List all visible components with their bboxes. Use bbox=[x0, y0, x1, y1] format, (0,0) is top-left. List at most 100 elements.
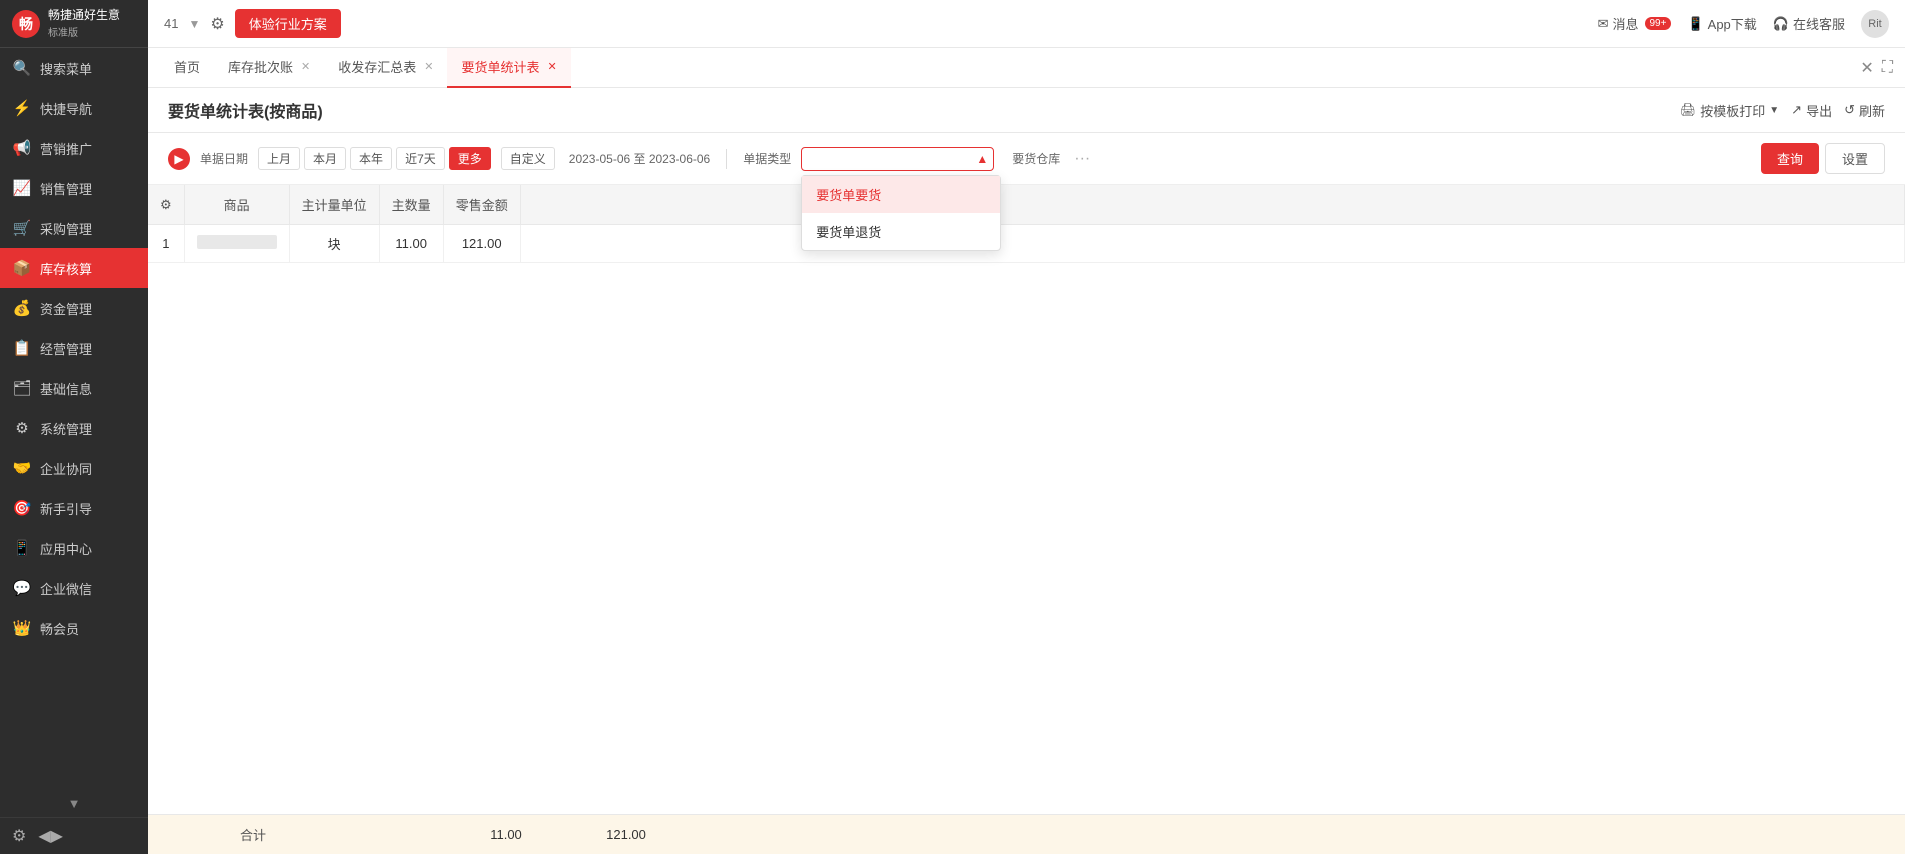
top-header: 41 ▼ ⚙ 体验行业方案 ✉ 消息 99+ 📱 App下载 🎧 在线客服 Ri… bbox=[148, 0, 1905, 48]
sidebar-item-wechat[interactable]: 💬 企业微信 bbox=[0, 568, 148, 608]
trial-button[interactable]: 体验行业方案 bbox=[235, 9, 341, 38]
sidebar-item-purchase[interactable]: 🛒 采购管理 bbox=[0, 208, 148, 248]
sidebar-item-operation[interactable]: 📋 经营管理 bbox=[0, 328, 148, 368]
dropdown-item-order-return[interactable]: 要货单退货 bbox=[802, 213, 1000, 250]
finance-icon: 💰 bbox=[12, 298, 32, 318]
collapse-icon[interactable]: ◀▶ bbox=[38, 826, 63, 846]
page-content: 要货单统计表(按商品) 🖨 按模板打印 ▼ ↗ 导出 ↺ 刷新 ▶ bbox=[148, 88, 1905, 854]
tab-inventory-batch-close[interactable]: ✕ bbox=[301, 60, 310, 73]
warehouse-more-icon[interactable]: ··· bbox=[1074, 150, 1090, 168]
type-label: 单据类型 bbox=[743, 150, 791, 167]
tabs-expand-button[interactable]: ⛶ bbox=[1882, 59, 1893, 77]
sidebar-item-label: 基础信息 bbox=[40, 379, 92, 398]
sidebar-item-member[interactable]: 👑 畅会员 bbox=[0, 608, 148, 648]
export-button[interactable]: ↗ 导出 bbox=[1791, 101, 1832, 120]
tab-inventory-batch-label: 库存批次账 bbox=[228, 57, 293, 76]
logo-icon: 畅 bbox=[12, 10, 40, 38]
query-button[interactable]: 查询 bbox=[1761, 143, 1819, 174]
data-table: ⚙ 商品 主计量单位 主数量 零售金额 1 bbox=[148, 185, 1905, 263]
tab-receivables[interactable]: 收发存汇总表 ✕ bbox=[324, 48, 447, 88]
header-settings-icon[interactable]: ⚙ bbox=[210, 14, 224, 34]
avatar[interactable]: Rit bbox=[1861, 10, 1889, 38]
sidebar-item-guide[interactable]: 🎯 新手引导 bbox=[0, 488, 148, 528]
table-header-row: ⚙ 商品 主计量单位 主数量 零售金额 bbox=[148, 185, 1905, 225]
print-arrow: ▼ bbox=[1769, 105, 1779, 116]
inventory-icon: 📦 bbox=[12, 258, 32, 278]
table-settings-icon[interactable]: ⚙ bbox=[160, 197, 172, 212]
print-button[interactable]: 🖨 按模板打印 ▼ bbox=[1680, 101, 1779, 120]
app-download-button[interactable]: 📱 App下载 bbox=[1687, 14, 1756, 33]
enterprise-icon: 🤝 bbox=[12, 458, 32, 478]
header-left: 41 ▼ ⚙ 体验行业方案 bbox=[164, 9, 341, 38]
service-button[interactable]: 🎧 在线客服 bbox=[1773, 14, 1845, 33]
dropdown-item-label: 要货单退货 bbox=[816, 225, 881, 240]
sidebar-item-marketing[interactable]: 📢 营销推广 bbox=[0, 128, 148, 168]
sidebar-item-inventory[interactable]: 📦 库存核算 bbox=[0, 248, 148, 288]
sidebar-item-label: 经营管理 bbox=[40, 339, 92, 358]
sidebar-item-basic[interactable]: 🗂 基础信息 bbox=[0, 368, 148, 408]
date-btn-this-month[interactable]: 本月 bbox=[304, 147, 346, 170]
sidebar-item-shortcut[interactable]: ⚡ 快捷导航 bbox=[0, 88, 148, 128]
filter-area: ▶ 单据日期 上月 本月 本年 近7天 更多 自定义 2023-05-06 至 … bbox=[148, 133, 1905, 185]
page-title: 要货单统计表(按商品) bbox=[168, 98, 323, 122]
sidebar-scroll-down[interactable]: ▼ bbox=[0, 789, 148, 817]
print-label: 按模板打印 bbox=[1700, 101, 1765, 120]
sidebar-item-label: 新手引导 bbox=[40, 499, 92, 518]
tab-home-label: 首页 bbox=[174, 57, 200, 76]
type-select-wrap: ▲ 要货单要货 要货单退货 bbox=[801, 147, 994, 171]
cell-unit: 块 bbox=[289, 225, 379, 263]
col-qty: 主数量 bbox=[379, 185, 443, 225]
sidebar-item-finance[interactable]: 💰 资金管理 bbox=[0, 288, 148, 328]
col-amount: 零售金额 bbox=[443, 185, 520, 225]
sidebar: 畅 畅捷通好生意 标准版 🔍 搜索菜单 ⚡ 快捷导航 📢 营销推广 📈 销售管理… bbox=[0, 0, 148, 854]
sidebar-item-label: 库存核算 bbox=[40, 259, 92, 278]
service-label: 在线客服 bbox=[1793, 14, 1845, 33]
sidebar-item-sales[interactable]: 📈 销售管理 bbox=[0, 168, 148, 208]
sidebar-item-system[interactable]: ⚙ 系统管理 bbox=[0, 408, 148, 448]
settings-icon[interactable]: ⚙ bbox=[12, 826, 26, 846]
sidebar-bottom: ⚙ ◀▶ bbox=[0, 817, 148, 854]
header-num: 41 bbox=[164, 16, 178, 31]
tab-order-stats[interactable]: 要货单统计表 ✕ bbox=[447, 48, 570, 88]
sidebar-item-search[interactable]: 🔍 搜索菜单 bbox=[0, 48, 148, 88]
marketing-icon: 📢 bbox=[12, 138, 32, 158]
sidebar-item-label: 系统管理 bbox=[40, 419, 92, 438]
logo-sub: 标准版 bbox=[48, 24, 120, 39]
dropdown-item-order-goods[interactable]: 要货单要货 bbox=[802, 176, 1000, 213]
shortcut-icon: ⚡ bbox=[12, 98, 32, 118]
type-select-input[interactable] bbox=[801, 147, 994, 171]
filter-divider bbox=[726, 149, 727, 169]
filter-expand-button[interactable]: ▶ bbox=[168, 148, 190, 170]
date-btn-more[interactable]: 更多 bbox=[449, 147, 491, 170]
warehouse-label: 要货仓库 bbox=[1012, 150, 1060, 167]
tab-inventory-batch[interactable]: 库存批次账 ✕ bbox=[214, 48, 324, 88]
sidebar-item-label: 应用中心 bbox=[40, 539, 92, 558]
settings-button[interactable]: 设置 bbox=[1825, 143, 1885, 174]
footer-label: 合计 bbox=[240, 825, 266, 844]
tab-order-stats-label: 要货单统计表 bbox=[461, 57, 539, 76]
purchase-icon: 🛒 bbox=[12, 218, 32, 238]
cell-product bbox=[184, 225, 289, 263]
date-btn-this-year[interactable]: 本年 bbox=[350, 147, 392, 170]
table-footer: 合计 11.00 121.00 bbox=[148, 814, 1905, 854]
date-btn-custom[interactable]: 自定义 bbox=[501, 147, 555, 170]
messages-button[interactable]: ✉ 消息 99+ bbox=[1598, 14, 1672, 33]
date-btn-last-7-days[interactable]: 近7天 bbox=[396, 147, 445, 170]
search-icon: 🔍 bbox=[12, 58, 32, 78]
dropdown-item-label: 要货单要货 bbox=[816, 188, 881, 203]
date-btn-last-month[interactable]: 上月 bbox=[258, 147, 300, 170]
sidebar-item-appstore[interactable]: 📱 应用中心 bbox=[0, 528, 148, 568]
tabs-close-all-button[interactable]: ✕ bbox=[1860, 58, 1873, 78]
tab-home[interactable]: 首页 bbox=[160, 48, 214, 88]
sidebar-item-label: 营销推广 bbox=[40, 139, 92, 158]
operation-icon: 📋 bbox=[12, 338, 32, 358]
app-label: App下载 bbox=[1708, 14, 1757, 33]
header-dropdown-arrow[interactable]: ▼ bbox=[188, 17, 200, 31]
tab-receivables-close[interactable]: ✕ bbox=[424, 60, 433, 73]
cell-amount: 121.00 bbox=[443, 225, 520, 263]
sidebar-item-enterprise[interactable]: 🤝 企业协同 bbox=[0, 448, 148, 488]
sidebar-item-label: 畅会员 bbox=[40, 619, 79, 638]
tab-order-stats-close[interactable]: ✕ bbox=[548, 60, 557, 73]
refresh-icon: ↺ bbox=[1844, 102, 1855, 118]
refresh-button[interactable]: ↺ 刷新 bbox=[1844, 101, 1885, 120]
